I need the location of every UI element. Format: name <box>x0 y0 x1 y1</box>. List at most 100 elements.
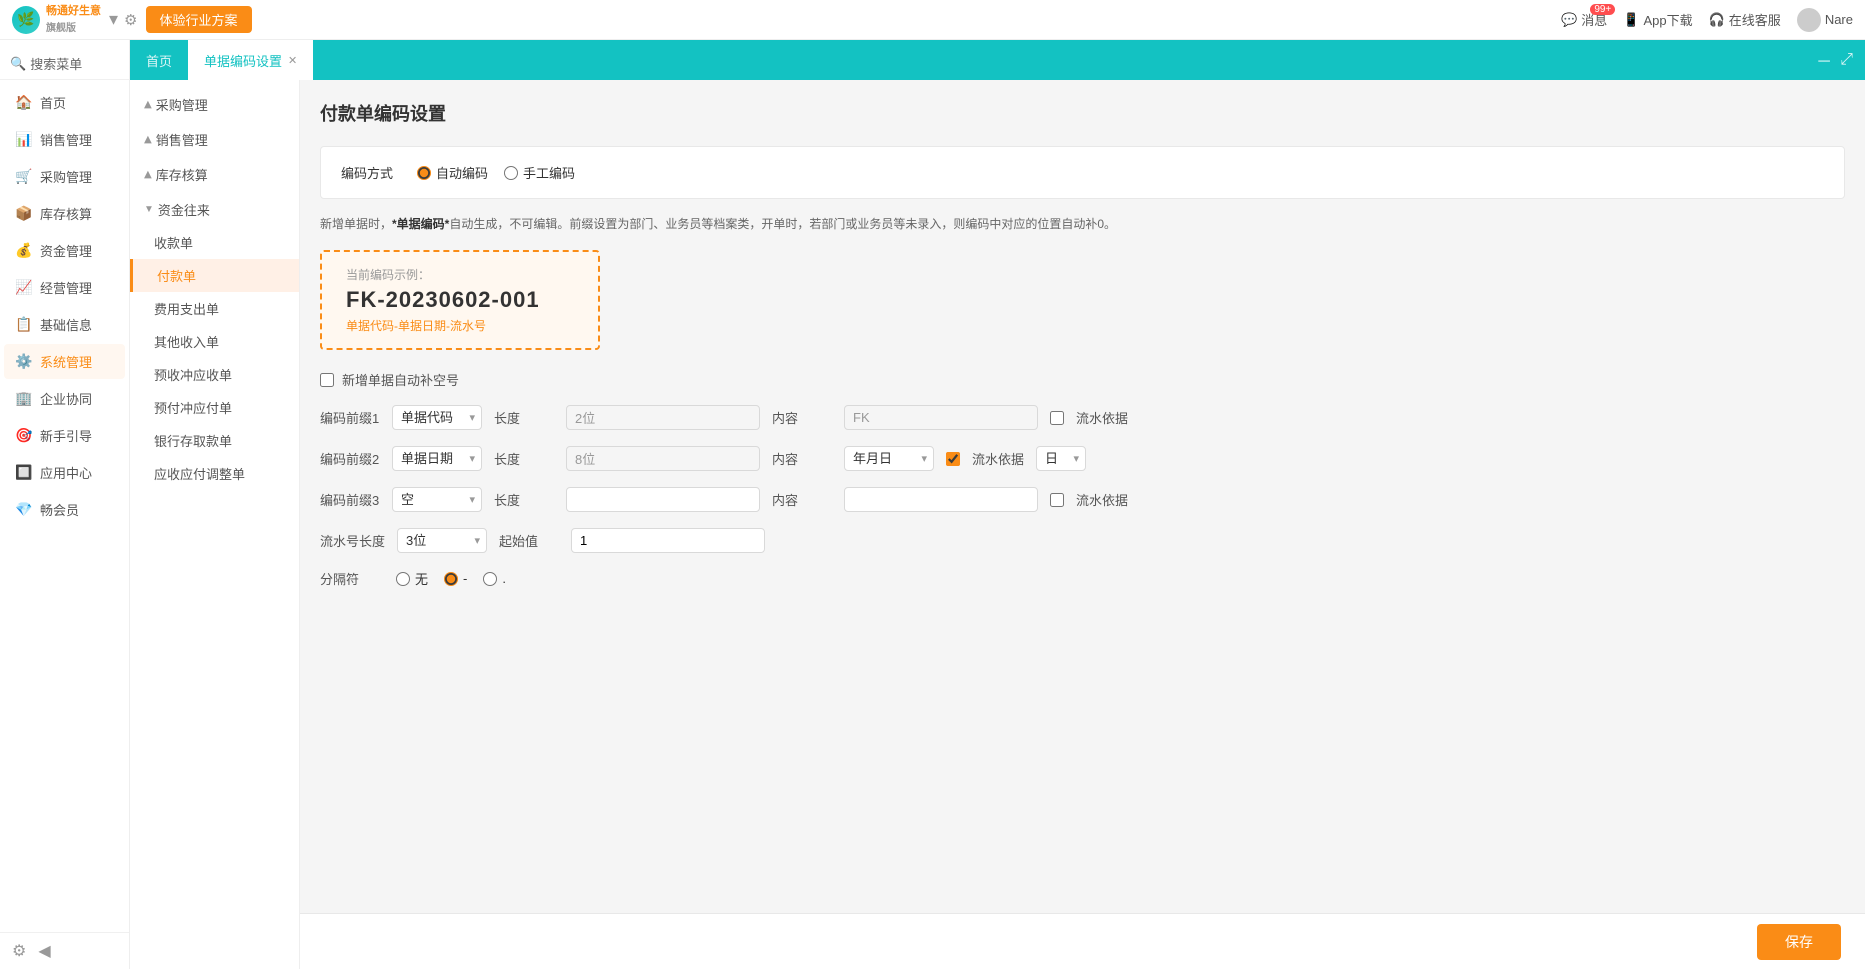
group-purchase-title[interactable]: ▶ 采购管理 <box>130 88 299 121</box>
sidebar-item-sales[interactable]: 📊 销售管理 <box>4 122 125 157</box>
sidebar-item-inventory[interactable]: 📦 库存核算 <box>4 196 125 231</box>
content2-select[interactable]: 年月日 年月 年 <box>844 446 934 471</box>
topbar: 🌿 畅通好生意 旗舰版 ▾ ⚙ 体验行业方案 💬 消息 99+ 📱 App下载 … <box>0 0 1865 40</box>
length1-input <box>566 405 760 430</box>
item-receipt[interactable]: 收款单 <box>130 226 299 259</box>
auto-fill-checkbox[interactable] <box>320 373 334 387</box>
length3-input[interactable] <box>566 487 760 512</box>
serial-length-label: 流水号长度 <box>320 531 385 550</box>
day-select[interactable]: 日 月 年 <box>1036 446 1086 471</box>
prefix3-select-wrapper: 空 单据代码 部门 业务员 <box>392 487 482 512</box>
serial2-checkbox[interactable] <box>946 452 960 466</box>
serial1-checkbox[interactable] <box>1050 411 1064 425</box>
sidebar-item-label: 首页 <box>40 93 66 112</box>
user-info[interactable]: Nare <box>1797 8 1853 32</box>
content3-label: 内容 <box>772 490 832 509</box>
group-capital-title[interactable]: ▼ 资金往来 <box>130 193 299 226</box>
item-adjustment[interactable]: 应收应付调整单 <box>130 457 299 490</box>
sidebar-item-system[interactable]: ⚙️ 系统管理 <box>4 344 125 379</box>
prefix3-select[interactable]: 空 单据代码 部门 业务员 <box>392 487 482 512</box>
sidebar-item-operation[interactable]: 📈 经营管理 <box>4 270 125 305</box>
settings-bottom-icon[interactable]: ⚙ <box>12 941 26 961</box>
group-inventory-title[interactable]: ▶ 库存核算 <box>130 158 299 191</box>
page-title: 付款单编码设置 <box>320 100 1845 126</box>
separator-dot-input[interactable] <box>483 572 497 586</box>
topbar-nav: ▾ ⚙ <box>109 9 138 30</box>
tab-minimize-btn[interactable]: － <box>1816 48 1832 72</box>
prefix2-select[interactable]: 单据日期 单据代码 部门 空 <box>392 446 482 471</box>
tab-encoding[interactable]: 单据编码设置 ✕ <box>188 40 313 80</box>
sidebar-item-home[interactable]: 🏠 首页 <box>4 85 125 120</box>
service-btn[interactable]: 🎧 在线客服 <box>1709 10 1781 29</box>
separator-none-input[interactable] <box>396 572 410 586</box>
sidebar-item-apps[interactable]: 🔲 应用中心 <box>4 455 125 490</box>
group-sales-title[interactable]: ▶ 销售管理 <box>130 123 299 156</box>
item-other-income[interactable]: 其他收入单 <box>130 325 299 358</box>
tabbar-actions: － ⤢ <box>1816 48 1865 72</box>
tab-home[interactable]: 首页 <box>130 40 188 80</box>
prefix2-label: 编码前缀2 <box>320 449 380 468</box>
item-prepay-pay[interactable]: 预付冲应付单 <box>130 391 299 424</box>
separator-none-radio[interactable]: 无 <box>396 569 428 588</box>
preview-box: 当前编码示例： FK-20230602-001 单据代码-单据日期-流水号 <box>320 250 600 350</box>
start-value-input[interactable] <box>571 528 765 553</box>
chevron-icon: ▶ <box>142 136 153 144</box>
group-inventory: ▶ 库存核算 <box>130 158 299 191</box>
auto-fill-label: 新增单据自动补空号 <box>342 370 459 389</box>
serial3-checkbox[interactable] <box>1050 493 1064 507</box>
manual-encoding-input[interactable] <box>504 166 518 180</box>
item-expense[interactable]: 费用支出单 <box>130 292 299 325</box>
serial2-label: 流水依据 <box>972 449 1024 468</box>
nav-dropdown[interactable]: ▾ <box>109 9 118 30</box>
sales-icon: 📊 <box>16 132 32 148</box>
search-icon: 🔍 <box>10 56 26 72</box>
day-select-wrapper: 日 月 年 <box>1036 446 1086 471</box>
sidebar-search[interactable]: 🔍 搜索菜单 <box>0 48 129 80</box>
industry-btn[interactable]: 体验行业方案 <box>146 6 252 33</box>
username: Nare <box>1825 12 1853 27</box>
group-sales-label: 销售管理 <box>156 130 208 149</box>
message-badge: 99+ <box>1590 4 1615 15</box>
item-bank-deposit[interactable]: 银行存取款单 <box>130 424 299 457</box>
prefix1-select[interactable]: 单据代码 部门 业务员 空 <box>392 405 482 430</box>
separator-none-label: 无 <box>415 569 428 588</box>
encoding-radio-group: 自动编码 手工编码 <box>417 163 575 182</box>
item-prepay-collect[interactable]: 预收冲应收单 <box>130 358 299 391</box>
sidebar-item-member[interactable]: 💎 畅会员 <box>4 492 125 527</box>
service-icon: 🎧 <box>1709 12 1725 28</box>
chevron-icon: ▼ <box>144 204 154 215</box>
auto-encoding-input[interactable] <box>417 166 431 180</box>
content2-label: 内容 <box>772 449 832 468</box>
sidebar-item-finance[interactable]: 💰 资金管理 <box>4 233 125 268</box>
group-sales: ▶ 销售管理 <box>130 123 299 156</box>
tab-close-icon[interactable]: ✕ <box>288 54 297 67</box>
item-payment[interactable]: 付款单 <box>130 259 299 292</box>
separator-dash-input[interactable] <box>444 572 458 586</box>
main-layout: 🔍 搜索菜单 🏠 首页 📊 销售管理 🛒 采购管理 📦 库存核算 💰 资金管理 … <box>0 40 1865 969</box>
sidebar-item-enterprise[interactable]: 🏢 企业协同 <box>4 381 125 416</box>
app-icon: 📱 <box>1623 12 1639 28</box>
message-btn[interactable]: 💬 消息 99+ <box>1561 10 1607 29</box>
settings-icon[interactable]: ⚙ <box>124 11 137 29</box>
sidebar-item-purchase[interactable]: 🛒 采购管理 <box>4 159 125 194</box>
tab-maximize-btn[interactable]: ⤢ <box>1840 51 1853 69</box>
separator-dash-radio[interactable]: - <box>444 571 467 586</box>
encoding-method-card: 编码方式 自动编码 手工编码 <box>320 146 1845 199</box>
manual-encoding-label: 手工编码 <box>523 163 575 182</box>
tab-home-label: 首页 <box>146 51 172 70</box>
chevron-icon: ▶ <box>142 101 153 109</box>
separator-dot-radio[interactable]: . <box>483 571 506 586</box>
app-download-btn[interactable]: 📱 App下载 <box>1623 10 1692 29</box>
content3-input[interactable] <box>844 487 1038 512</box>
auto-encoding-radio[interactable]: 自动编码 <box>417 163 488 182</box>
sidebar-item-guide[interactable]: 🎯 新手引导 <box>4 418 125 453</box>
manual-encoding-radio[interactable]: 手工编码 <box>504 163 575 182</box>
group-inventory-label: 库存核算 <box>156 165 208 184</box>
inventory-icon: 📦 <box>16 206 32 222</box>
serial-length-select[interactable]: 3位 4位 5位 6位 <box>397 528 487 553</box>
topbar-right: 💬 消息 99+ 📱 App下载 🎧 在线客服 Nare <box>1561 8 1853 32</box>
save-button[interactable]: 保存 <box>1757 924 1841 960</box>
collapse-icon[interactable]: ◀ <box>38 941 50 961</box>
sidebar-item-basic[interactable]: 📋 基础信息 <box>4 307 125 342</box>
encoding-method-row: 编码方式 自动编码 手工编码 <box>341 163 1824 182</box>
